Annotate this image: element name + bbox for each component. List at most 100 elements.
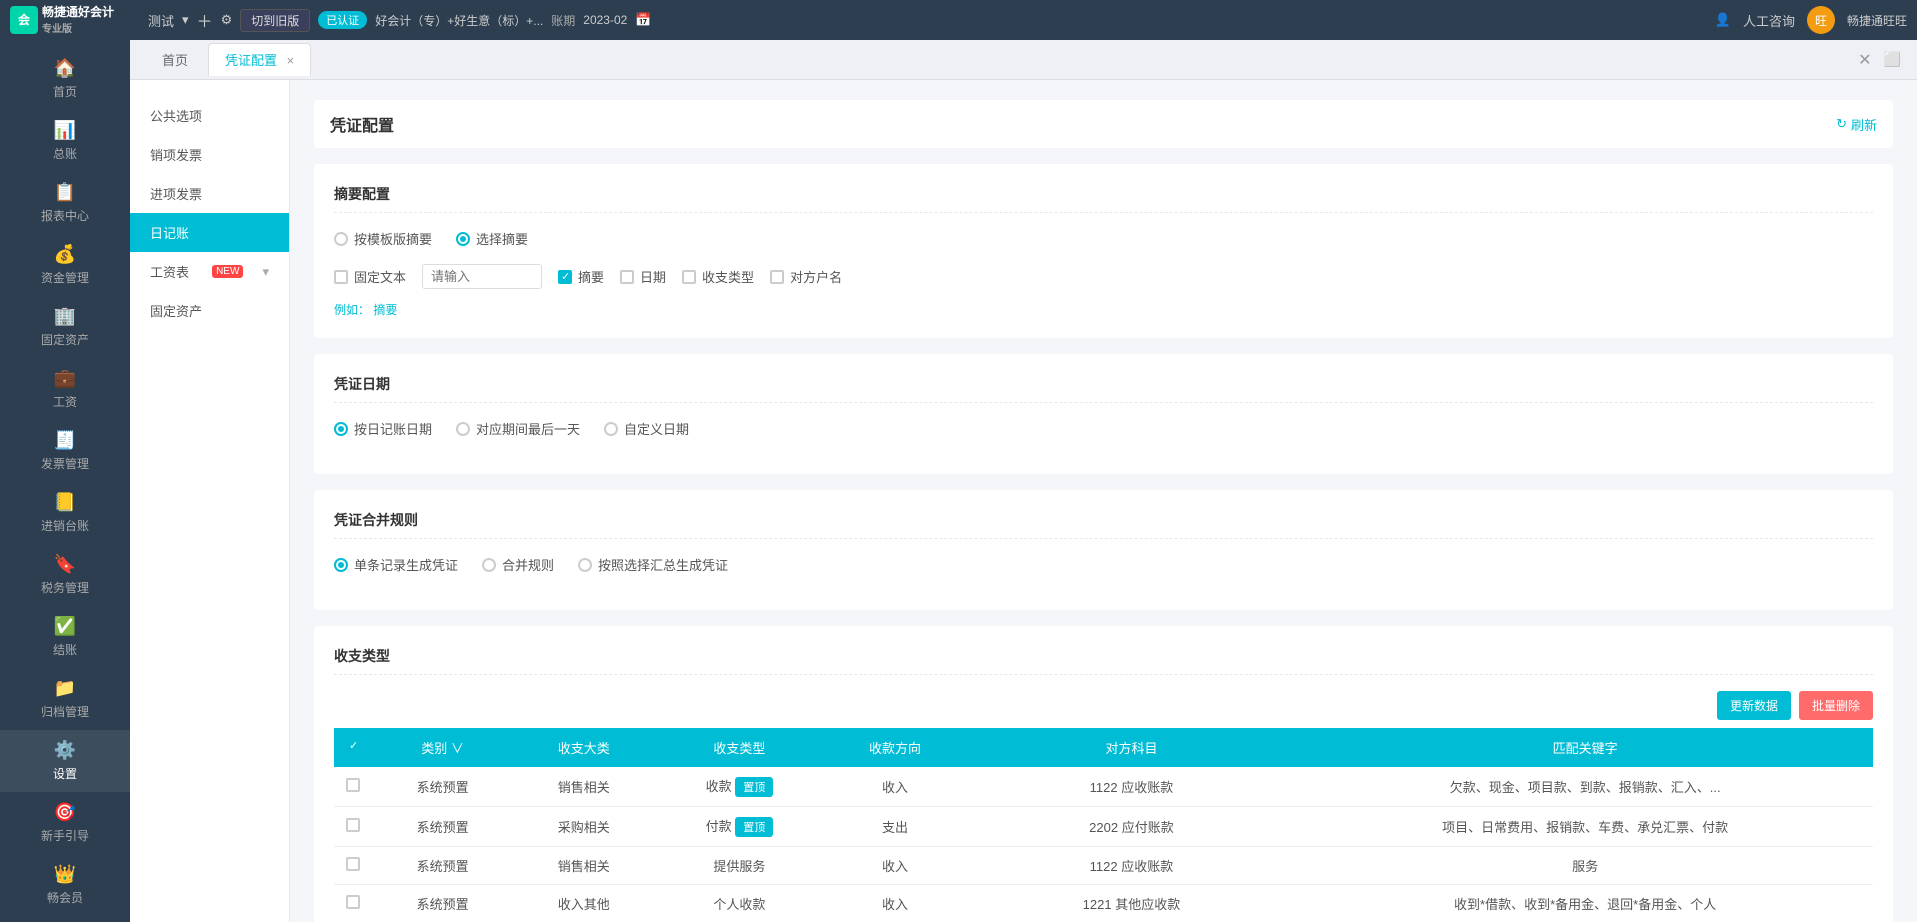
checkbox-label: 日期 (640, 267, 666, 286)
sidebar-item-guide[interactable]: 🎯 新手引导 (0, 792, 130, 854)
select-all-checkbox[interactable] (346, 739, 360, 753)
td-major: 收入其他 (513, 885, 654, 922)
sidebar-item-sales[interactable]: 📒 进销台账 (0, 482, 130, 544)
radio-single-record[interactable]: 单条记录生成凭证 (334, 555, 458, 574)
tab-bar: 首页 凭证配置 × ✕ ⬜ (130, 40, 1917, 80)
support-icon: 👤 (1715, 12, 1731, 28)
td-checkbox[interactable] (334, 885, 372, 922)
period-value: 2023-02 (583, 13, 627, 27)
switch-version-button[interactable]: 切到旧版 (240, 9, 310, 32)
tab-voucher-config[interactable]: 凭证配置 × (208, 43, 311, 76)
checkbox-fixed-text[interactable]: 固定文本 (334, 267, 406, 286)
sidebar-item-salary[interactable]: 💼 工资 (0, 358, 130, 420)
tab-close-icon[interactable]: × (287, 53, 295, 68)
sidebar-item-home[interactable]: 🏠 首页 (0, 48, 130, 110)
update-data-button[interactable]: 更新数据 (1717, 691, 1791, 720)
summary-section: 摘要配置 按模板版摘要 选择摘要 (314, 164, 1893, 338)
page-title-bar: 凭证配置 ↻ 刷新 (314, 100, 1893, 148)
sidebar-item-tax[interactable]: 🔖 税务管理 (0, 544, 130, 606)
funds-icon: 💰 (54, 244, 76, 265)
td-category: 系统预置 (372, 885, 513, 922)
support-label[interactable]: 人工咨询 (1743, 11, 1795, 30)
sidebar-item-archive[interactable]: 📁 归档管理 (0, 668, 130, 730)
settings-icon[interactable]: ⚙ (221, 12, 233, 28)
top-tag-button[interactable]: 置顶 (735, 817, 773, 837)
dropdown-icon[interactable]: ▾ (182, 12, 189, 28)
td-type: 提供服务 (654, 847, 824, 885)
th-checkbox[interactable] (334, 728, 372, 767)
left-nav-sales-invoice[interactable]: 销项发票 (130, 135, 289, 174)
td-checkbox[interactable] (334, 767, 372, 807)
window-maximize-icon[interactable]: ⬜ (1884, 51, 1901, 68)
logo-text: 畅捷通好会计 (42, 5, 114, 19)
td-category: 系统预置 (372, 807, 513, 847)
window-close-icon[interactable]: ✕ (1858, 50, 1871, 70)
left-nav-fixed-assets[interactable]: 固定资产 (130, 291, 289, 330)
radio-label: 对应期间最后一天 (476, 419, 580, 438)
logo-icon: 会 (10, 6, 38, 34)
sidebar-item-membership[interactable]: 👑 畅会员 (0, 854, 130, 916)
th-category: 类别 ∨ (372, 728, 513, 767)
sidebar-item-label: 发票管理 (41, 455, 89, 472)
sidebar-item-settings[interactable]: ⚙️ 设置 (0, 730, 130, 792)
radio-summary-generate[interactable]: 按照选择汇总生成凭证 (578, 555, 728, 574)
row-checkbox[interactable] (346, 895, 360, 909)
table-header-bar: 更新数据 批量删除 (334, 691, 1873, 720)
page-title: 凭证配置 (330, 112, 394, 136)
checkbox-date[interactable]: 日期 (620, 267, 666, 286)
checkbox-income-type[interactable]: 收支类型 (682, 267, 754, 286)
sidebar-item-funds[interactable]: 💰 资金管理 (0, 234, 130, 296)
refresh-button[interactable]: ↻ 刷新 (1836, 115, 1877, 134)
radio-period-last-day[interactable]: 对应期间最后一天 (456, 419, 580, 438)
th-type: 收支类型 (654, 728, 824, 767)
content-area: 首页 凭证配置 × ✕ ⬜ 公共选项 销项发票 进项发票 (130, 40, 1917, 922)
radio-custom-date[interactable]: 自定义日期 (604, 419, 689, 438)
td-checkbox[interactable] (334, 847, 372, 885)
td-direction: 支出 (824, 807, 965, 847)
checkbox-counterparty[interactable]: 对方户名 (770, 267, 842, 286)
td-direction: 收入 (824, 885, 965, 922)
left-nav-public[interactable]: 公共选项 (130, 96, 289, 135)
example-prefix: 例如： (334, 303, 370, 317)
batch-delete-button[interactable]: 批量删除 (1799, 691, 1873, 720)
sidebar-item-label: 报表中心 (41, 207, 89, 224)
radio-circle (482, 558, 496, 572)
row-checkbox[interactable] (346, 818, 360, 832)
example-value: 摘要 (373, 303, 397, 317)
sidebar-item-label: 归档管理 (41, 703, 89, 720)
left-nav-label: 日记账 (150, 223, 189, 242)
radio-label: 自定义日期 (624, 419, 689, 438)
radio-select-summary[interactable]: 选择摘要 (456, 229, 528, 248)
income-section-title: 收支类型 (334, 646, 1873, 675)
left-nav-payroll[interactable]: 工资表 NEW ▾ (130, 252, 289, 291)
row-checkbox[interactable] (346, 778, 360, 792)
add-icon[interactable]: ＋ (197, 8, 213, 32)
assets-icon: 🏢 (54, 306, 76, 327)
sidebar-item-assets[interactable]: 🏢 固定资产 (0, 296, 130, 358)
date-section: 凭证日期 按日记账日期 对应期间最后一天 自定义日期 (314, 354, 1893, 474)
tab-home-label: 首页 (162, 53, 188, 68)
fixed-text-input[interactable] (422, 264, 542, 289)
left-nav-purchase-invoice[interactable]: 进项发票 (130, 174, 289, 213)
top-tag-button[interactable]: 置顶 (735, 777, 773, 797)
sidebar-item-close[interactable]: ✅ 结账 (0, 606, 130, 668)
sidebar-item-invoice[interactable]: 🧾 发票管理 (0, 420, 130, 482)
tab-home[interactable]: 首页 (146, 44, 204, 75)
td-checkbox[interactable] (334, 807, 372, 847)
radio-merge-rule[interactable]: 合并规则 (482, 555, 554, 574)
checkbox-summary[interactable]: 摘要 (558, 267, 604, 286)
close-account-icon: ✅ (54, 616, 76, 637)
income-table: 类别 ∨ 收支大类 收支类型 收款方向 对方科目 匹配关键字 (334, 728, 1873, 922)
left-nav-journal[interactable]: 日记账 (130, 213, 289, 252)
calendar-icon[interactable]: 📅 (635, 12, 651, 28)
sidebar-item-ledger[interactable]: 📊 总账 (0, 110, 130, 172)
sidebar-item-reports[interactable]: 📋 报表中心 (0, 172, 130, 234)
radio-template-summary[interactable]: 按模板版摘要 (334, 229, 432, 248)
th-account: 对方科目 (966, 728, 1298, 767)
radio-circle-checked (456, 232, 470, 246)
td-major: 销售相关 (513, 847, 654, 885)
sidebar-item-label: 税务管理 (41, 579, 89, 596)
test-label: 测试 (148, 11, 174, 30)
row-checkbox[interactable] (346, 857, 360, 871)
radio-journal-date[interactable]: 按日记账日期 (334, 419, 432, 438)
